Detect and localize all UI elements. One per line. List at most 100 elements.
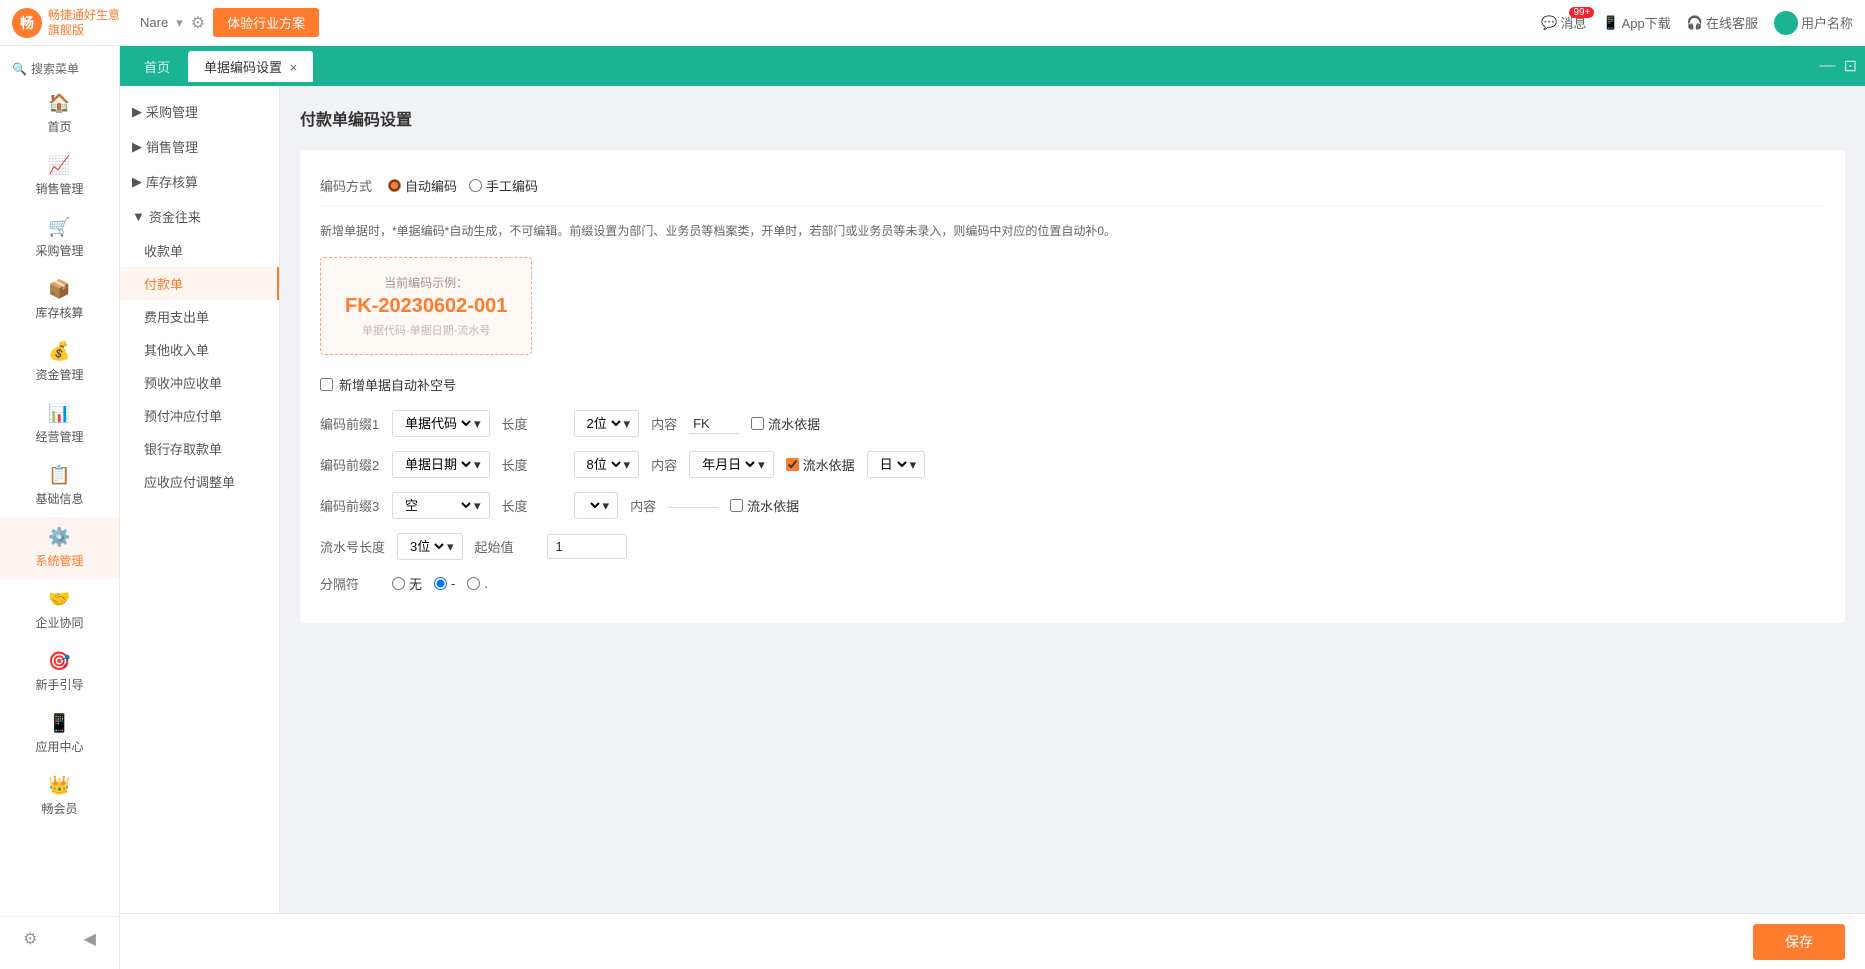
newguide-icon: 🎯 (48, 651, 70, 672)
start-value-input[interactable] (547, 534, 627, 559)
tab-home[interactable]: 首页 (128, 51, 186, 82)
stream2-unit-wrapper[interactable]: 日 月 年 ▾ (867, 451, 926, 478)
sidebar-settings-button[interactable]: ⚙ (15, 925, 45, 953)
prefix3-select[interactable]: 单据代码 单据日期 空 (401, 497, 474, 514)
tab-code-settings[interactable]: 单据编码设置 × (188, 51, 313, 82)
nav-group-sales: ▶ 销售管理 (120, 129, 279, 164)
sidebar-item-system[interactable]: ⚙️ 系统管理 (0, 517, 119, 579)
nav-group-capital-title[interactable]: ▼ 资金往来 (120, 199, 279, 234)
nav-item-prepaid-pay[interactable]: 预付冲应付单 (120, 399, 279, 432)
tab-maximize-icon[interactable]: ⊡ (1844, 56, 1857, 76)
manual-code-radio[interactable]: 手工编码 (469, 176, 538, 195)
nav-item-expenses[interactable]: 费用支出单 (120, 300, 279, 333)
online-service-button[interactable]: 🎧 在线客服 (1687, 13, 1758, 32)
auto-fill-checkbox[interactable] (320, 378, 333, 391)
stream2-checkbox[interactable] (786, 458, 799, 471)
sidebar-item-purchase[interactable]: 🛒 采购管理 (0, 207, 119, 269)
prefix2-select-wrapper[interactable]: 单据代码 单据日期 空 ▾ (392, 451, 490, 478)
form-card: 编码方式 自动编码 手工编码 (300, 150, 1845, 623)
top-bar-nav: Nare ▾ ⚙ (140, 13, 205, 33)
length3-select-wrapper[interactable]: ▾ (574, 492, 619, 519)
content2-label: 内容 (651, 455, 677, 474)
sidebar-item-sales[interactable]: 📈 销售管理 (0, 145, 119, 207)
tab-close-button[interactable]: × (290, 60, 298, 75)
prefix3-label: 编码前缀3 (320, 496, 380, 515)
nav-item-bank-deposit[interactable]: 银行存取款单 (120, 432, 279, 465)
sidebar-item-appcenter[interactable]: 📱 应用中心 (0, 703, 119, 765)
nav-item-other-income[interactable]: 其他收入单 (120, 333, 279, 366)
start-value-label: 起始值 (475, 537, 535, 556)
nav-item-payments[interactable]: 付款单 (120, 267, 279, 300)
app-download-button[interactable]: 📱 App下载 (1602, 13, 1670, 32)
length2-select[interactable]: 6位 8位 (583, 456, 624, 473)
length3-select[interactable] (583, 497, 603, 514)
prefix2-select[interactable]: 单据代码 单据日期 空 (401, 456, 474, 473)
manual-code-input[interactable] (469, 179, 482, 192)
sep-none-radio[interactable]: 无 (392, 574, 422, 593)
bottom-bar: 保存 (120, 913, 1865, 969)
nav-item-receipts[interactable]: 收款单 (120, 234, 279, 267)
prefix1-select-wrapper[interactable]: 单据代码 单据日期 空 部门 业务员 ▾ (392, 410, 490, 437)
settings-icon[interactable]: ⚙ (191, 13, 205, 33)
prefix1-select[interactable]: 单据代码 单据日期 空 部门 业务员 (401, 415, 474, 432)
nav-item-prepaid-recv[interactable]: 预收冲应收单 (120, 366, 279, 399)
length2-chevron: ▾ (624, 457, 631, 473)
nav-group-capital: ▼ 资金往来 收款单 付款单 费用支出单 其他收入单 预收冲应收单 预付冲应付单… (120, 199, 279, 498)
nav-item-ar-adjust[interactable]: 应收应付调整单 (120, 465, 279, 498)
stream1-checkbox[interactable] (751, 417, 764, 430)
coding-method-row: 编码方式 自动编码 手工编码 (320, 166, 1825, 206)
sidebar-item-finance[interactable]: 💰 资金管理 (0, 331, 119, 393)
user-area[interactable]: 用户名称 (1774, 11, 1853, 35)
sep-dot-input[interactable] (467, 577, 480, 590)
basic-icon: 📋 (48, 465, 70, 486)
serial-length-select[interactable]: 2位 3位 4位 (406, 538, 447, 555)
member-icon: 👑 (48, 775, 70, 796)
sep-dash-input[interactable] (434, 577, 447, 590)
save-button[interactable]: 保存 (1753, 924, 1845, 960)
prefix3-select-wrapper[interactable]: 单据代码 单据日期 空 ▾ (392, 492, 490, 519)
auto-fill-row: 新增单据自动补空号 (320, 375, 1825, 394)
stream2-unit-chevron: ▾ (910, 457, 917, 473)
sales-icon: 📈 (48, 155, 70, 176)
message-button[interactable]: 💬 消息 99+ (1541, 13, 1586, 32)
prefix-row-1: 编码前缀1 单据代码 单据日期 空 部门 业务员 ▾ 长度 (320, 410, 1825, 437)
sidebar-item-basic[interactable]: 📋 基础信息 (0, 455, 119, 517)
serial-length-select-wrapper[interactable]: 2位 3位 4位 ▾ (397, 533, 463, 560)
auto-code-radio[interactable]: 自动编码 (388, 176, 457, 195)
length3-chevron: ▾ (603, 498, 610, 514)
chevron-down-icon[interactable]: ▾ (176, 15, 183, 31)
sidebar-item-enterprise[interactable]: 🤝 企业协同 (0, 579, 119, 641)
promo-button[interactable]: 体验行业方案 (213, 8, 319, 37)
stream2-unit-select[interactable]: 日 月 年 (876, 456, 910, 473)
tab-minimize-icon[interactable]: — (1820, 57, 1836, 75)
content2-select[interactable]: 年月日 年月 年 (698, 456, 758, 473)
nav-group-purchase: ▶ 采购管理 (120, 94, 279, 129)
stream3-checkbox-group: 流水依据 (730, 496, 799, 515)
message-badge: 99+ (1569, 7, 1594, 18)
sep-dot-radio[interactable]: . (467, 576, 488, 591)
nav-group-inventory-title[interactable]: ▶ 库存核算 (120, 164, 279, 199)
nav-group-purchase-title[interactable]: ▶ 采购管理 (120, 94, 279, 129)
sidebar-item-inventory[interactable]: 📦 库存核算 (0, 269, 119, 331)
sidebar-newguide-label: 新手引导 (35, 676, 83, 693)
user-avatar (1774, 11, 1798, 35)
search-menu-button[interactable]: 🔍 搜索菜单 (0, 54, 119, 83)
stream3-checkbox[interactable] (730, 499, 743, 512)
auto-code-input[interactable] (388, 179, 401, 192)
sidebar-item-newguide[interactable]: 🎯 新手引导 (0, 641, 119, 703)
sidebar-collapse-button[interactable]: ◀ (76, 925, 104, 953)
app-icon: 📱 (1602, 15, 1618, 31)
sidebar-item-member[interactable]: 👑 畅会员 (0, 765, 119, 827)
online-service-label: 在线客服 (1706, 13, 1758, 32)
tab-active-label: 单据编码设置 (204, 60, 282, 75)
sidebar-item-home[interactable]: 🏠 首页 (0, 83, 119, 145)
sidebar-item-operations[interactable]: 📊 经营管理 (0, 393, 119, 455)
content-area: ▶ 采购管理 ▶ 销售管理 ▶ 库存核算 (120, 86, 1865, 913)
length1-select[interactable]: 2位 3位 (583, 415, 624, 432)
sep-none-input[interactable] (392, 577, 405, 590)
length1-select-wrapper[interactable]: 2位 3位 ▾ (574, 410, 640, 437)
sep-dash-radio[interactable]: - (434, 576, 455, 591)
length2-select-wrapper[interactable]: 6位 8位 ▾ (574, 451, 640, 478)
content2-select-wrapper[interactable]: 年月日 年月 年 ▾ (689, 451, 774, 478)
nav-group-sales-title[interactable]: ▶ 销售管理 (120, 129, 279, 164)
